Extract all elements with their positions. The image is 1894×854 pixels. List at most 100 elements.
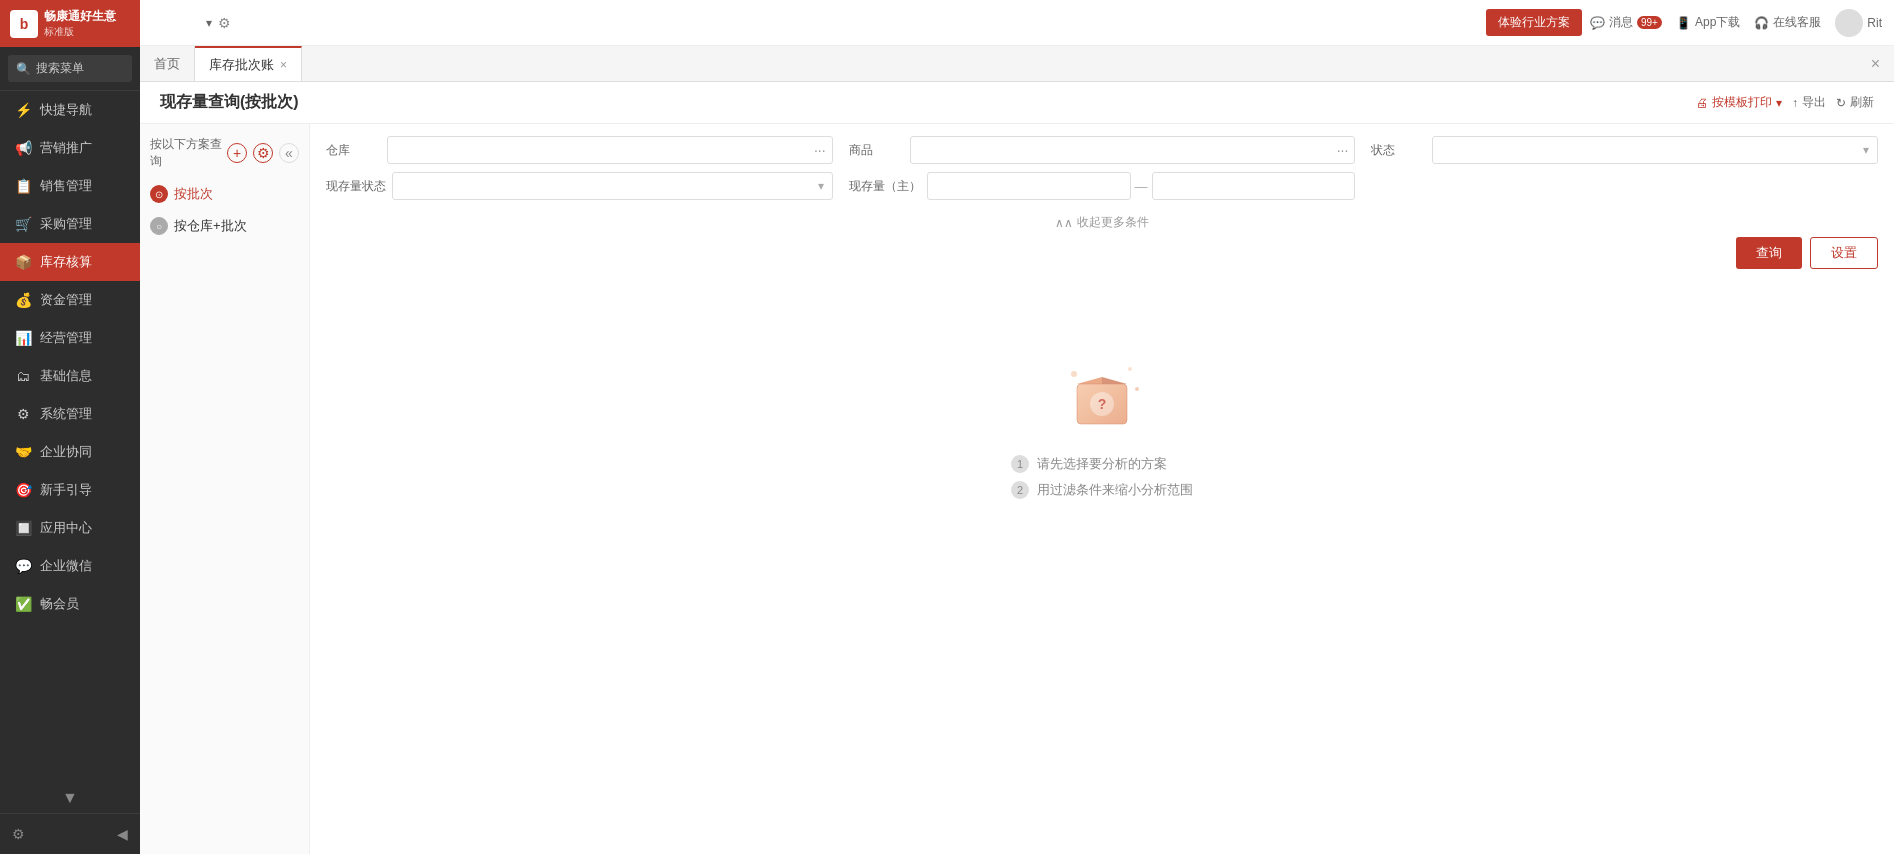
sidebar-item-label: 企业协同 bbox=[40, 443, 92, 461]
user-avatar-area[interactable]: Rit bbox=[1835, 9, 1882, 37]
status-dropdown-icon: ▾ bbox=[1863, 143, 1869, 157]
status-label: 状态 bbox=[1371, 142, 1426, 159]
schema-by-warehouse-batch[interactable]: ○ 按仓库+批次 bbox=[140, 210, 309, 242]
sidebar-item-wechat[interactable]: 💬 企业微信 bbox=[0, 547, 140, 585]
settings-icon-button[interactable]: ⚙ bbox=[8, 822, 29, 846]
app-logo: b bbox=[10, 10, 38, 38]
wechat-icon: 💬 bbox=[14, 557, 32, 575]
collapse-filters-button[interactable]: ∧∧ 收起更多条件 bbox=[326, 208, 1878, 237]
inventory-icon: 📦 bbox=[14, 253, 32, 271]
query-button[interactable]: 查询 bbox=[1736, 237, 1802, 269]
sidebar-item-inventory[interactable]: 📦 库存核算 bbox=[0, 243, 140, 281]
message-action[interactable]: 💬 消息 99+ bbox=[1590, 14, 1662, 31]
sidebar-item-label: 库存核算 bbox=[40, 253, 92, 271]
product-dots[interactable]: ··· bbox=[1331, 142, 1355, 158]
user-name: Rit bbox=[1867, 16, 1882, 30]
sidebar-item-member[interactable]: ✅ 畅会员 bbox=[0, 585, 140, 623]
sales-icon: 📋 bbox=[14, 177, 32, 195]
export-button[interactable]: ↑ 导出 bbox=[1792, 94, 1826, 111]
product-input-container: ··· bbox=[910, 136, 1356, 164]
warehouse-dots[interactable]: ··· bbox=[808, 142, 832, 158]
empty-tips: 1 请先选择要分析的方案 2 用过滤条件来缩小分析范围 bbox=[1011, 455, 1193, 499]
sidebar-item-basic[interactable]: 🗂 基础信息 bbox=[0, 357, 140, 395]
sidebar-footer: ⚙ ◀ bbox=[0, 813, 140, 854]
sidebar-item-sales[interactable]: 📋 销售管理 bbox=[0, 167, 140, 205]
warehouse-input[interactable] bbox=[388, 143, 808, 157]
inventory-qty-filter: 现存量（主） — bbox=[849, 172, 1356, 200]
sidebar-scroll-down[interactable]: ▼ bbox=[0, 783, 140, 813]
collapse-icon: ∧∧ bbox=[1055, 216, 1073, 230]
inventory-qty-to[interactable] bbox=[1152, 172, 1356, 200]
sidebar-header: b 畅康通好生意 标准版 bbox=[0, 0, 140, 47]
sidebar-item-appstore[interactable]: 🔲 应用中心 bbox=[0, 509, 140, 547]
sidebar-search-section: 🔍 搜索菜单 bbox=[0, 47, 140, 91]
sidebar-item-label: 采购管理 bbox=[40, 215, 92, 233]
search-menu-button[interactable]: 🔍 搜索菜单 bbox=[8, 55, 132, 82]
export-icon: ↑ bbox=[1792, 96, 1798, 110]
sidebar-item-marketing[interactable]: 📢 营销推广 bbox=[0, 129, 140, 167]
schema-by-batch[interactable]: ⊙ 按批次 bbox=[140, 178, 309, 210]
settings-schema-button[interactable]: ⚙ bbox=[253, 143, 273, 163]
sidebar-item-label: 快捷导航 bbox=[40, 101, 92, 119]
schema-by-batch-icon: ⊙ bbox=[150, 185, 168, 203]
inventory-qty-from[interactable] bbox=[927, 172, 1131, 200]
print-button[interactable]: 🖨 按模板打印 ▾ bbox=[1696, 94, 1782, 111]
tab-inventory-batch-label: 库存批次账 bbox=[209, 56, 274, 74]
empty-state: ? 1 请先选择要分析的方案 2 用过滤条件来缩小分析范围 bbox=[326, 279, 1878, 559]
phone-icon: 📱 bbox=[1676, 16, 1691, 30]
sidebar-item-operation[interactable]: 📊 经营管理 bbox=[0, 319, 140, 357]
settings-button[interactable]: 设置 bbox=[1810, 237, 1878, 269]
gear-button[interactable]: ⚙ bbox=[218, 15, 231, 31]
collapse-panel-button[interactable]: « bbox=[279, 143, 299, 163]
tip-1-text: 请先选择要分析的方案 bbox=[1037, 455, 1167, 473]
avatar bbox=[1835, 9, 1863, 37]
status-select[interactable]: ▾ bbox=[1432, 136, 1878, 164]
refresh-button[interactable]: ↻ 刷新 bbox=[1836, 94, 1874, 111]
sidebar-item-label: 畅会员 bbox=[40, 595, 79, 613]
search-menu-label: 搜索菜单 bbox=[36, 60, 84, 77]
warehouse-input-container: ··· bbox=[387, 136, 833, 164]
product-filter: 商品 ··· bbox=[849, 136, 1356, 164]
sidebar-item-label: 经营管理 bbox=[40, 329, 92, 347]
tab-home[interactable]: 首页 bbox=[140, 46, 195, 81]
print-icon: 🖨 bbox=[1696, 96, 1708, 110]
content-area: 现存量查询(按批次) 🖨 按模板打印 ▾ ↑ 导出 ↻ 刷新 bbox=[140, 82, 1894, 854]
tab-home-label: 首页 bbox=[154, 55, 180, 73]
app-download-action[interactable]: 📱 App下载 bbox=[1676, 14, 1740, 31]
enterprise-icon: 🤝 bbox=[14, 443, 32, 461]
message-badge: 99+ bbox=[1637, 16, 1662, 29]
sidebar-item-purchase[interactable]: 🛒 采购管理 bbox=[0, 205, 140, 243]
inventory-status-select[interactable]: ▾ bbox=[392, 172, 833, 200]
sidebar-item-quick-nav[interactable]: ⚡ 快捷导航 bbox=[0, 91, 140, 129]
tabbar: 首页 库存批次账 × × bbox=[140, 46, 1894, 82]
refresh-label: 刷新 bbox=[1850, 94, 1874, 111]
add-schema-button[interactable]: + bbox=[227, 143, 247, 163]
trial-button[interactable]: 体验行业方案 bbox=[1486, 9, 1582, 36]
member-icon: ✅ bbox=[14, 595, 32, 613]
qty-range-dash: — bbox=[1135, 179, 1148, 194]
sidebar-item-guide[interactable]: 🎯 新手引导 bbox=[0, 471, 140, 509]
action-bar: 查询 设置 bbox=[326, 237, 1878, 269]
sidebar-item-label: 应用中心 bbox=[40, 519, 92, 537]
online-service-action[interactable]: 🎧 在线客服 bbox=[1754, 14, 1821, 31]
warehouse-label: 仓库 bbox=[326, 142, 381, 159]
print-dropdown-arrow: ▾ bbox=[1776, 96, 1782, 110]
breadcrumb-dropdown[interactable]: ▾ bbox=[206, 16, 212, 30]
marketing-icon: 📢 bbox=[14, 139, 32, 157]
sidebar-item-finance[interactable]: 💰 资金管理 bbox=[0, 281, 140, 319]
panel-close-button[interactable]: × bbox=[1857, 55, 1894, 73]
svg-marker-2 bbox=[1102, 377, 1127, 384]
page-actions: 🖨 按模板打印 ▾ ↑ 导出 ↻ 刷新 bbox=[1696, 94, 1874, 111]
collapse-sidebar-button[interactable]: ◀ bbox=[113, 822, 132, 846]
app-download-label: App下载 bbox=[1695, 14, 1740, 31]
schema-by-warehouse-batch-label: 按仓库+批次 bbox=[174, 217, 247, 235]
tab-inventory-batch[interactable]: 库存批次账 × bbox=[195, 46, 302, 81]
left-panel: 按以下方案查询 + ⚙ « ⊙ 按批次 ○ 按仓库+批次 bbox=[140, 124, 310, 854]
product-input[interactable] bbox=[911, 143, 1331, 157]
sidebar-item-system[interactable]: ⚙ 系统管理 bbox=[0, 395, 140, 433]
tab-close-icon[interactable]: × bbox=[280, 58, 287, 72]
page-title: 现存量查询(按批次) bbox=[160, 92, 299, 113]
sidebar: b 畅康通好生意 标准版 🔍 搜索菜单 ⚡ 快捷导航 📢 营销推广 📋 销售管理… bbox=[0, 0, 140, 854]
sidebar-item-enterprise[interactable]: 🤝 企业协同 bbox=[0, 433, 140, 471]
schema-by-batch-label: 按批次 bbox=[174, 185, 213, 203]
